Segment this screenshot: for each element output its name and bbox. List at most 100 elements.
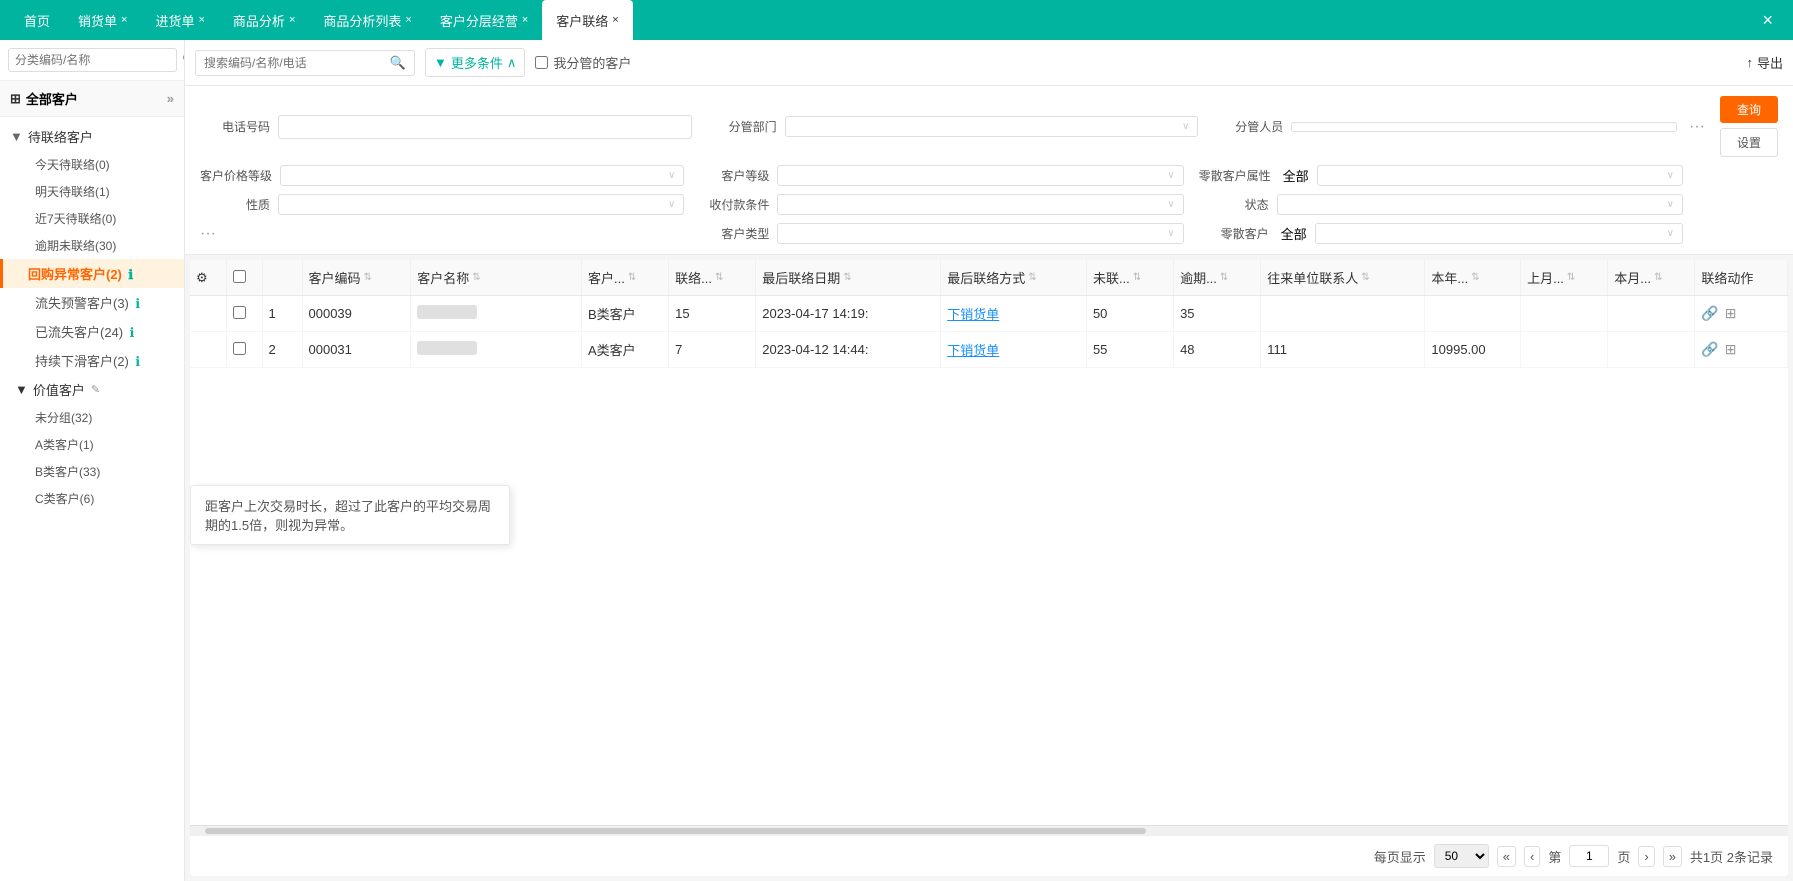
col-last-date[interactable]: 最后联络日期 ⇅ [756,260,941,296]
nav-close-customer-contact[interactable]: × [612,14,618,26]
nav-sales[interactable]: 销货单 × [64,0,141,40]
retail-attr-select[interactable]: ∨ [1317,165,1683,186]
more-dots-2[interactable]: ··· [200,225,216,243]
col-overdue[interactable]: 逾期... ⇅ [1174,260,1261,296]
more-dots-1[interactable]: ··· [1689,118,1705,136]
nav-product-analysis[interactable]: 商品分析 × [219,0,309,40]
tree-leaf-a-class[interactable]: A类客户(1) [0,431,184,458]
col-type[interactable]: 客户... ⇅ [581,260,668,296]
cell-name-2 [411,332,582,368]
filter-bar: 🔍 ▼ 更多条件 ∧ 我分管的客户 ↑ 导出 [185,40,1793,86]
col-last-month[interactable]: 上月... ⇅ [1521,260,1608,296]
query-button[interactable]: 查询 [1720,96,1778,123]
export-icon: ↑ [1746,55,1753,70]
sort-icon-last-method: ⇅ [1028,272,1036,283]
nav-customer-tier[interactable]: 客户分层经营 × [426,0,542,40]
filter-search-input[interactable] [204,56,386,70]
edit-icon-value[interactable]: ✎ [91,383,100,396]
close-all-button[interactable]: × [1752,10,1783,31]
col-name[interactable]: 客户名称 ⇅ [411,260,582,296]
nav-close-purchase[interactable]: × [198,14,204,26]
nav-product-list[interactable]: 商品分析列表 × [309,0,425,40]
customer-level-select[interactable]: ∨ [777,165,1183,186]
nav-close-customer-tier[interactable]: × [522,14,528,26]
dept-select[interactable]: ∨ [785,116,1199,137]
tree-leaf-ungroup[interactable]: 未分组(32) [0,404,184,431]
tree-leaf-c-class[interactable]: C类客户(6) [0,485,184,512]
tree-group-value-header[interactable]: ▼ 价值客户 ✎ [0,375,184,404]
last-method-link-1[interactable]: 下销货单 [947,307,999,322]
select-all-checkbox[interactable] [233,270,246,283]
per-page-select[interactable]: 50 100 200 [1434,844,1489,868]
customer-type-select[interactable]: ∨ [777,223,1183,244]
tree-leaf-7days[interactable]: 近7天待联络(0) [0,205,184,232]
filter-btn-group: 查询 设置 [1720,96,1778,157]
last-page-btn[interactable]: » [1663,846,1682,867]
set-button[interactable]: 设置 [1720,128,1778,157]
payment-select[interactable]: ∨ [777,194,1183,215]
sidebar-collapse-btn[interactable]: » [167,91,174,106]
tree-item-churned[interactable]: 已流失客户(24) ℹ [0,317,184,346]
phone-input[interactable] [278,115,692,139]
cell-check-2[interactable] [226,332,262,368]
pagination: 每页显示 50 100 200 « ‹ 第 页 › » 共1页 2条记录 [190,835,1788,876]
col-this-month[interactable]: 本月... ⇅ [1608,260,1695,296]
person-select[interactable] [1291,122,1677,132]
tree-leaf-overdue[interactable]: 逾期未联络(30) [0,232,184,259]
nav-close-product-analysis[interactable]: × [289,14,295,26]
my-customers-checkbox[interactable] [535,56,548,69]
cell-check-1[interactable] [226,296,262,332]
tree-leaf-today[interactable]: 今天待联络(0) [0,151,184,178]
nav-close-product-list[interactable]: × [405,14,411,26]
export-button[interactable]: ↑ 导出 [1746,53,1783,72]
col-contact[interactable]: 联络... ⇅ [669,260,756,296]
sidebar-search-input[interactable] [8,48,177,72]
more-conditions-btn[interactable]: ▼ 更多条件 ∧ [425,48,525,77]
tree-leaf-tomorrow[interactable]: 明天待联络(1) [0,178,184,205]
gender-select[interactable]: ∨ [278,194,684,215]
action-grid-icon-1[interactable]: ⊞ [1725,305,1737,322]
filter-phone: 电话号码 [200,96,692,157]
first-page-btn[interactable]: « [1497,846,1516,867]
status-select[interactable]: ∨ [1277,194,1683,215]
cell-last-month-2 [1521,332,1608,368]
col-uncontacted[interactable]: 未联... ⇅ [1086,260,1173,296]
col-last-method[interactable]: 最后联络方式 ⇅ [941,260,1087,296]
action-link-icon-2[interactable]: 🔗 [1701,341,1718,358]
tree-item-declining[interactable]: 持续下滑客户(2) ℹ [0,346,184,375]
cell-last-method-1[interactable]: 下销货单 [941,296,1087,332]
nav-customer-contact[interactable]: 客户联络 × [542,0,632,40]
retail-customer-select[interactable]: ∨ [1315,223,1683,244]
prev-page-btn[interactable]: ‹ [1524,846,1540,867]
nav-home[interactable]: 首页 [10,0,64,40]
tree-item-churn-warning[interactable]: 流失预警客户(3) ℹ [0,288,184,317]
row-checkbox-1[interactable] [233,306,246,319]
row-checkbox-2[interactable] [233,342,246,355]
next-page-btn[interactable]: › [1638,846,1654,867]
cell-last-method-2[interactable]: 下销货单 [941,332,1087,368]
my-customers-filter: 我分管的客户 [535,53,631,72]
cell-this-year-2: 10995.00 [1425,332,1521,368]
col-this-year[interactable]: 本年... ⇅ [1425,260,1521,296]
info-icon-churn: ℹ [135,296,140,311]
tree-item-repurchase-abnormal[interactable]: 回购异常客户(2) ℹ [0,259,184,288]
sidebar-search-area: 🔍 [0,40,184,81]
scrollbar-thumb[interactable] [205,828,1146,834]
nav-close-sales[interactable]: × [121,14,127,26]
tree-leaf-b-class[interactable]: B类客户(33) [0,458,184,485]
col-gear[interactable]: ⚙ [190,260,226,296]
last-method-link-2[interactable]: 下销货单 [947,343,999,358]
tree-group-pending-header[interactable]: ▼ 待联络客户 [0,122,184,151]
retail-customer-value: 全部 [1281,224,1307,243]
price-level-select[interactable]: ∨ [280,165,684,186]
col-code[interactable]: 客户编码 ⇅ [302,260,411,296]
nav-purchase[interactable]: 进货单 × [141,0,218,40]
col-unit-contact[interactable]: 往来单位联系人 ⇅ [1261,260,1425,296]
filter-search-icon[interactable]: 🔍 [390,55,406,71]
action-grid-icon-2[interactable]: ⊞ [1725,341,1737,358]
payment-label: 收付款条件 [699,196,769,213]
action-link-icon-1[interactable]: 🔗 [1701,305,1718,322]
sidebar-all-customers-label: 全部客户 [26,89,78,108]
col-check[interactable] [226,260,262,296]
page-input[interactable] [1569,845,1609,867]
